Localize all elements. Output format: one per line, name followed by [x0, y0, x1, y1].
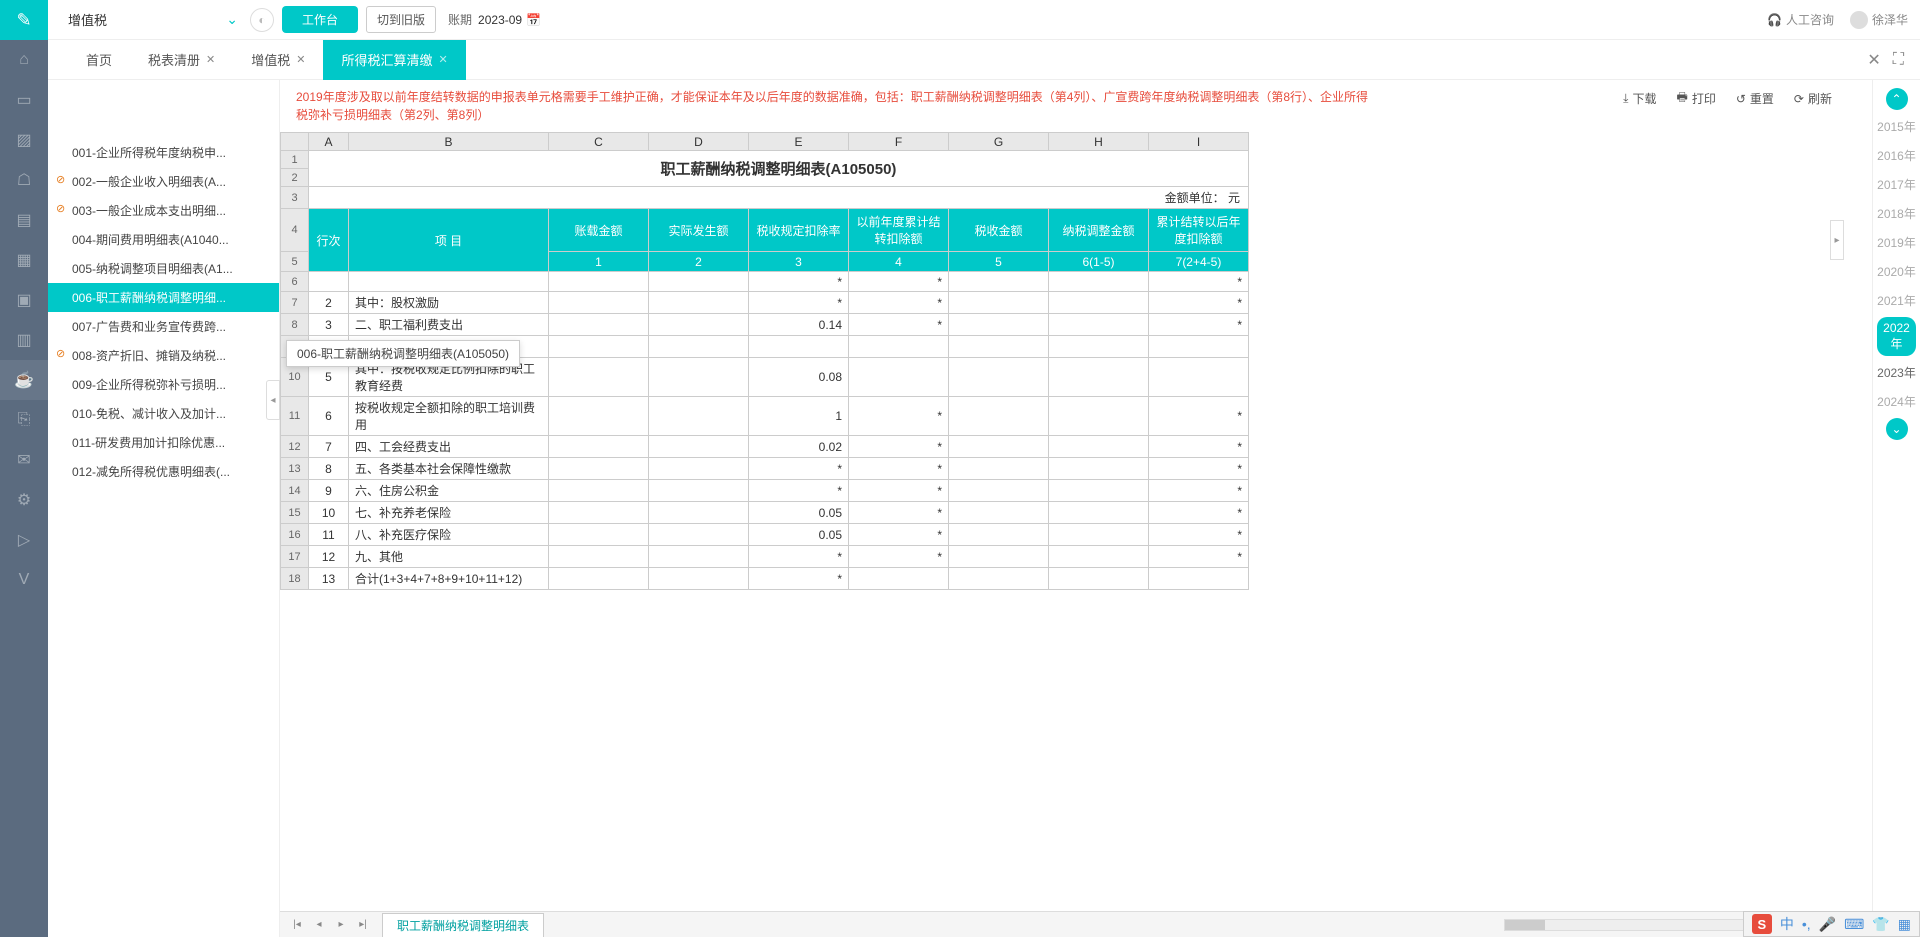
chevron-down-icon: ⌄ [226, 11, 238, 28]
ime-toolbox-icon[interactable]: ▦ [1898, 916, 1911, 933]
nav-report-icon[interactable]: ▦ [0, 240, 48, 280]
ime-logo-icon[interactable]: S [1752, 914, 1772, 934]
nav-video-icon[interactable]: ▷ [0, 520, 48, 560]
year-2022年[interactable]: 2022年 [1877, 317, 1916, 356]
ime-skin-icon[interactable]: 👕 [1872, 916, 1889, 933]
app-logo: ✎ [0, 0, 48, 40]
tab-close-icon[interactable]: ✕ [206, 53, 215, 66]
tree-item-3[interactable]: 004-期间费用明细表(A1040... [48, 225, 279, 254]
tab-1[interactable]: 税表清册✕ [130, 40, 233, 80]
years-panel: ⌃ 2015年2016年2017年2018年2019年2020年2021年202… [1872, 80, 1920, 937]
nav-copy-icon[interactable]: ⎘ [0, 400, 48, 440]
left-sidebar: ✎ ⌂ ▭ ▨ ☖ ▤ ▦ ▣ ▥ ☕ ⎘ ✉ ⚙ ▷ V [0, 0, 48, 937]
nav-stamp-icon[interactable]: ▣ [0, 280, 48, 320]
tab-close-icon[interactable]: ✕ [296, 53, 305, 66]
tree-item-0[interactable]: 001-企业所得税年度纳税申... [48, 138, 279, 167]
collapse-tree-handle[interactable]: ◂ [266, 380, 280, 420]
calendar-icon[interactable]: 📅 [526, 13, 541, 27]
year-up-button[interactable]: ⌃ [1886, 88, 1908, 110]
tree-tooltip: 006-职工薪酬纳税调整明细表(A105050) [286, 340, 520, 367]
tab-3[interactable]: 所得税汇算清缴✕ [323, 40, 465, 80]
year-2023年[interactable]: 2023年 [1873, 358, 1920, 387]
tab-close-icon[interactable]: ✕ [439, 53, 448, 66]
sheet-nav-last[interactable]: ▸| [354, 916, 372, 934]
workbench-button[interactable]: 工作台 [282, 6, 358, 33]
headset-icon: 🎧 [1767, 13, 1782, 27]
consult-link[interactable]: 🎧人工咨询 [1767, 11, 1834, 28]
tree-item-2[interactable]: 003-一般企业成本支出明细... [48, 196, 279, 225]
reset-icon: ↺ [1736, 92, 1746, 106]
sheet-tabs-bar: |◂ ◂ ▸ ▸| 职工薪酬纳税调整明细表 [280, 911, 1872, 937]
nav-v-icon[interactable]: V [0, 560, 48, 600]
dropdown-label: 增值税 [68, 10, 107, 29]
tree-item-11[interactable]: 012-减免所得税优惠明细表(... [48, 457, 279, 486]
close-tabs-button[interactable]: ✕ [1867, 50, 1880, 70]
year-down-button[interactable]: ⌄ [1886, 418, 1908, 440]
sheet-tab[interactable]: 职工薪酬纳税调整明细表 [382, 913, 544, 937]
sheet-nav-first[interactable]: |◂ [288, 916, 306, 934]
ime-toolbar: S 中 •, 🎤 ⌨ 👕 ▦ [1743, 911, 1920, 937]
ime-punct-icon[interactable]: •, [1802, 916, 1811, 932]
period-value: 2023-09 [478, 13, 522, 27]
avatar-icon [1850, 11, 1868, 29]
year-2019年[interactable]: 2019年 [1873, 228, 1920, 257]
reset-button[interactable]: ↺重置 [1736, 88, 1774, 109]
spreadsheet-grid[interactable]: ABCDEFGHI1职工薪酬纳税调整明细表(A105050)23金额单位： 元4… [280, 132, 1872, 937]
year-2018年[interactable]: 2018年 [1873, 199, 1920, 228]
sheet-nav-next[interactable]: ▸ [332, 916, 350, 934]
ime-keyboard-icon[interactable]: ⌨ [1844, 916, 1864, 933]
nav-bag-icon[interactable]: ☖ [0, 160, 48, 200]
year-2015年[interactable]: 2015年 [1873, 112, 1920, 141]
tab-2[interactable]: 增值税✕ [233, 40, 323, 80]
hscroll-thumb[interactable] [1505, 920, 1545, 930]
tree-item-1[interactable]: 002-一般企业收入明细表(A... [48, 167, 279, 196]
refresh-icon: ⟳ [1794, 92, 1804, 106]
year-2017年[interactable]: 2017年 [1873, 170, 1920, 199]
print-icon: 🖶 [1677, 88, 1688, 109]
tax-type-dropdown[interactable]: 增值税 ⌄ [60, 10, 250, 29]
year-2021年[interactable]: 2021年 [1873, 286, 1920, 315]
expand-right-handle[interactable]: ▸ [1830, 220, 1844, 260]
tree-item-10[interactable]: 011-研发费用加计扣除优惠... [48, 428, 279, 457]
nav-chart-icon[interactable]: ▨ [0, 120, 48, 160]
tab-0[interactable]: 首页 [68, 40, 130, 80]
ime-lang-toggle[interactable]: 中 [1780, 914, 1794, 934]
nav-doc-icon[interactable]: ▭ [0, 80, 48, 120]
nav-tax-icon[interactable]: ☕ [0, 360, 48, 400]
history-button[interactable]: ◐ [250, 8, 274, 32]
tree-item-7[interactable]: 008-资产折旧、摊销及纳税... [48, 341, 279, 370]
switch-old-button[interactable]: 切到旧版 [366, 6, 436, 33]
topbar: 增值税 ⌄ ◐ 工作台 切到旧版 账期 2023-09 📅 🎧人工咨询 徐泽华 [48, 0, 1920, 40]
tree-item-9[interactable]: 010-免税、减计收入及加计... [48, 399, 279, 428]
nav-calendar-icon[interactable]: ▥ [0, 320, 48, 360]
tree-item-8[interactable]: 009-企业所得税弥补亏损明... [48, 370, 279, 399]
print-button[interactable]: 🖶打印 [1677, 88, 1716, 109]
year-2024年[interactable]: 2024年 [1873, 387, 1920, 416]
tree-item-6[interactable]: 007-广告费和业务宣传费跨... [48, 312, 279, 341]
year-2020年[interactable]: 2020年 [1873, 257, 1920, 286]
nav-settings-icon[interactable]: ⚙ [0, 480, 48, 520]
sheet-nav-prev[interactable]: ◂ [310, 916, 328, 934]
download-button[interactable]: ⤓下载 [1623, 88, 1656, 109]
warning-notice: 2019年度涉及取以前年度结转数据的申报表单元格需要手工维护正确，才能保证本年及… [280, 80, 1394, 132]
year-2016年[interactable]: 2016年 [1873, 141, 1920, 170]
form-tree-panel: 001-企业所得税年度纳税申...002-一般企业收入明细表(A...003-一… [48, 80, 280, 937]
download-icon: ⤓ [1623, 91, 1628, 106]
tabs-bar: 首页税表清册✕增值税✕所得税汇算清缴✕ ✕ ⛶ [48, 40, 1920, 80]
nav-clip-icon[interactable]: ▤ [0, 200, 48, 240]
refresh-button[interactable]: ⟳刷新 [1794, 88, 1832, 109]
nav-inbox-icon[interactable]: ✉ [0, 440, 48, 480]
user-menu[interactable]: 徐泽华 [1850, 11, 1908, 29]
ime-voice-icon[interactable]: 🎤 [1819, 916, 1836, 933]
tree-item-4[interactable]: 005-纳税调整项目明细表(A1... [48, 254, 279, 283]
tree-item-5[interactable]: 006-职工薪酬纳税调整明细... [48, 283, 279, 312]
nav-home-icon[interactable]: ⌂ [0, 40, 48, 80]
period-label: 账期 [448, 11, 472, 28]
expand-button[interactable]: ⛶ [1893, 51, 1904, 69]
